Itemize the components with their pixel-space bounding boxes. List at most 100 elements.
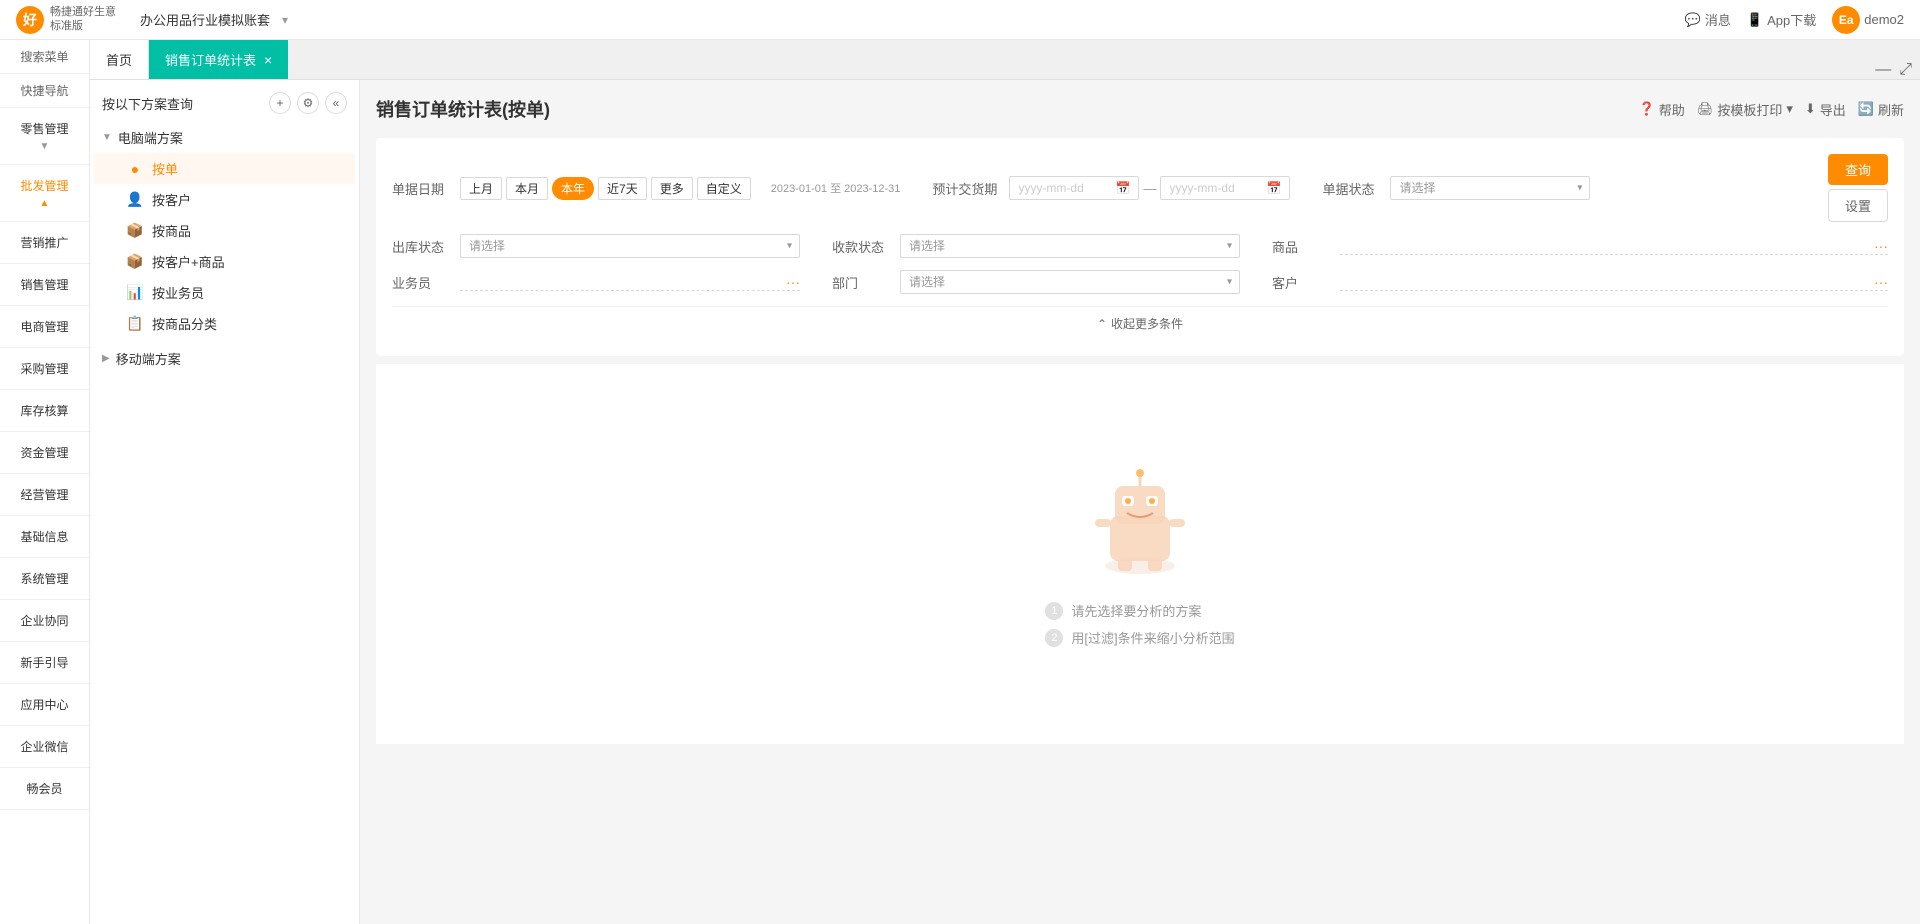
empty-illustration <box>1080 461 1200 581</box>
date-btn-this-year[interactable]: 本年 <box>552 177 594 200</box>
by-salesperson-icon: 📊 <box>126 284 144 301</box>
customer-input[interactable] <box>1340 275 1870 289</box>
sidebar-search[interactable]: 搜索菜单 <box>0 40 89 74</box>
date-range-input: yyyy-mm-dd 📅 — yyyy-mm-dd 📅 <box>1009 176 1290 200</box>
date-btn-custom[interactable]: 自定义 <box>697 177 751 200</box>
message-action[interactable]: 💬 消息 <box>1685 10 1731 29</box>
collapse-arrow-icon: ⌃ <box>1097 317 1107 331</box>
status-select[interactable]: 请选择 <box>1390 176 1590 200</box>
main-content: 销售订单统计表(按单) ❓ 帮助 🖨 按模板打印 ▾ ⬇ <box>360 80 1920 924</box>
app-download-action[interactable]: 📱 App下载 <box>1747 10 1816 29</box>
page-actions: ❓ 帮助 🖨 按模板打印 ▾ ⬇ 导出 🔄 <box>1639 100 1904 119</box>
sidebar-item-system[interactable]: 系统管理 <box>0 558 89 600</box>
date-from-input[interactable]: yyyy-mm-dd 📅 <box>1009 176 1139 200</box>
tab-close-icon[interactable]: × <box>264 52 272 68</box>
department-select[interactable]: 请选择 <box>900 270 1240 294</box>
payment-status-select[interactable]: 请选择 <box>900 234 1240 258</box>
customer-ellipsis-btn[interactable]: ··· <box>1874 274 1888 290</box>
sidebar-item-ecommerce[interactable]: 电商管理 <box>0 306 89 348</box>
sidebar-item-operations[interactable]: 经营管理 <box>0 474 89 516</box>
sidebar-item-purchase[interactable]: 采购管理 <box>0 348 89 390</box>
sidebar-item-inventory[interactable]: 库存核算 <box>0 390 89 432</box>
left-panel-header: 按以下方案查询 + ⚙ « <box>90 92 359 122</box>
sidebar-item-retail[interactable]: 零售管理 ▼ <box>0 108 89 165</box>
date-to-input[interactable]: yyyy-mm-dd 📅 <box>1160 176 1290 200</box>
print-icon: 🖨 <box>1697 101 1714 117</box>
print-link[interactable]: 🖨 按模板打印 ▾ <box>1697 100 1793 119</box>
out-status-select-wrap: 请选择 ▾ <box>460 234 800 258</box>
tab-maximize-btn[interactable]: ⤢ <box>1899 61 1912 79</box>
by-order-icon: ● <box>126 161 144 177</box>
panel-item-by-order[interactable]: ● 按单 <box>94 153 355 184</box>
panel-item-by-category[interactable]: 📋 按商品分类 <box>94 308 355 339</box>
date-btn-this-month[interactable]: 本月 <box>506 177 548 200</box>
salesperson-input[interactable] <box>460 275 782 289</box>
app-title: 办公用品行业模拟账套 <box>140 10 270 29</box>
date-btn-more[interactable]: 更多 <box>651 177 693 200</box>
tab-sales-stats[interactable]: 销售订单统计表 × <box>149 40 288 79</box>
goods-label: 商品 <box>1272 237 1328 256</box>
panel-item-by-goods[interactable]: 📦 按商品 <box>94 215 355 246</box>
refresh-icon: 🔄 <box>1858 101 1874 117</box>
sidebar-item-newbie[interactable]: 新手引导 <box>0 642 89 684</box>
out-status-select[interactable]: 请选择 <box>460 234 800 258</box>
top-bar-left: 好 畅捷通好生意 标准版 办公用品行业模拟账套 ▾ <box>16 6 288 34</box>
page-header: 销售订单统计表(按单) ❓ 帮助 🖨 按模板打印 ▾ ⬇ <box>376 96 1904 122</box>
settings-btn[interactable]: 设置 <box>1828 189 1888 222</box>
query-btn[interactable]: 查询 <box>1828 154 1888 185</box>
tab-minimize-btn[interactable]: — <box>1875 61 1891 79</box>
sidebar-item-basics[interactable]: 基础信息 <box>0 516 89 558</box>
collapse-bar[interactable]: ⌃ 收起更多条件 <box>392 306 1888 340</box>
panel-item-by-customer-goods[interactable]: 📦 按客户+商品 <box>94 246 355 277</box>
panel-group-desktop-header[interactable]: ▼ 电脑端方案 <box>90 122 359 153</box>
logo-text: 畅捷通好生意 标准版 <box>50 6 116 32</box>
panel-settings-btn[interactable]: ⚙ <box>297 92 319 114</box>
sidebar-item-enterprise[interactable]: 企业协同 <box>0 600 89 642</box>
sidebar-item-marketing[interactable]: 营销推广 <box>0 222 89 264</box>
export-icon: ⬇ <box>1805 101 1816 117</box>
salesperson-ellipsis-btn[interactable]: ··· <box>786 274 800 290</box>
help-link[interactable]: ❓ 帮助 <box>1639 100 1685 119</box>
sidebar-item-finance[interactable]: 资金管理 <box>0 432 89 474</box>
mobile-group-expand-icon: ▶ <box>102 353 110 364</box>
panel-group-mobile: ▶ 移动端方案 <box>90 343 359 378</box>
empty-tip-2: 2 用[过滤]条件来缩小分析范围 <box>1045 628 1234 647</box>
message-icon: 💬 <box>1685 12 1701 28</box>
goods-input[interactable] <box>1340 239 1870 253</box>
panel-item-by-salesperson[interactable]: 📊 按业务员 <box>94 277 355 308</box>
date-btn-last-7-days[interactable]: 近7天 <box>598 177 647 200</box>
logo-area: 好 畅捷通好生意 标准版 <box>16 6 116 34</box>
export-link[interactable]: ⬇ 导出 <box>1805 100 1846 119</box>
panel-add-btn[interactable]: + <box>269 92 291 114</box>
sidebar-item-sales[interactable]: 销售管理 <box>0 264 89 306</box>
by-goods-icon: 📦 <box>126 222 144 239</box>
panel-item-by-customer[interactable]: 👤 按客户 <box>94 184 355 215</box>
refresh-link[interactable]: 🔄 刷新 <box>1858 100 1904 119</box>
by-customer-goods-icon: 📦 <box>126 253 144 270</box>
group-expand-icon: ▼ <box>102 132 112 143</box>
calendar-from-icon: 📅 <box>1115 181 1130 195</box>
sidebar-item-apps[interactable]: 应用中心 <box>0 684 89 726</box>
wholesale-arrow-icon: ▲ <box>40 198 50 209</box>
payment-status-select-wrap: 请选择 ▾ <box>900 234 1240 258</box>
query-btn-group: 查询 设置 <box>1828 154 1888 222</box>
department-label: 部门 <box>832 273 888 292</box>
page-title: 销售订单统计表(按单) <box>376 96 550 122</box>
salesperson-label: 业务员 <box>392 273 448 292</box>
goods-ellipsis-btn[interactable]: ··· <box>1874 238 1888 254</box>
main-layout: 搜索菜单 快捷导航 零售管理 ▼ 批发管理 ▲ 营销推广 销售管理 电商管理 采… <box>0 40 1920 924</box>
date-range-sep: — <box>1143 181 1156 196</box>
panel-group-mobile-header[interactable]: ▶ 移动端方案 <box>90 343 359 374</box>
user-area[interactable]: Ea demo2 <box>1832 6 1904 34</box>
sidebar-item-wechat[interactable]: 企业微信 <box>0 726 89 768</box>
app-title-dropdown-icon[interactable]: ▾ <box>282 13 288 27</box>
sidebar-item-wholesale[interactable]: 批发管理 ▲ <box>0 165 89 222</box>
top-bar: 好 畅捷通好生意 标准版 办公用品行业模拟账套 ▾ 💬 消息 📱 App下载 E… <box>0 0 1920 40</box>
tab-home[interactable]: 首页 <box>90 40 149 79</box>
sidebar-quick-nav[interactable]: 快捷导航 <box>0 74 89 108</box>
logo-icon: 好 <box>16 6 44 34</box>
panel-collapse-btn[interactable]: « <box>325 92 347 114</box>
tab-bar-actions: — ⤢ <box>1867 61 1920 79</box>
date-btn-last-month[interactable]: 上月 <box>460 177 502 200</box>
sidebar-item-member[interactable]: 畅会员 <box>0 768 89 810</box>
